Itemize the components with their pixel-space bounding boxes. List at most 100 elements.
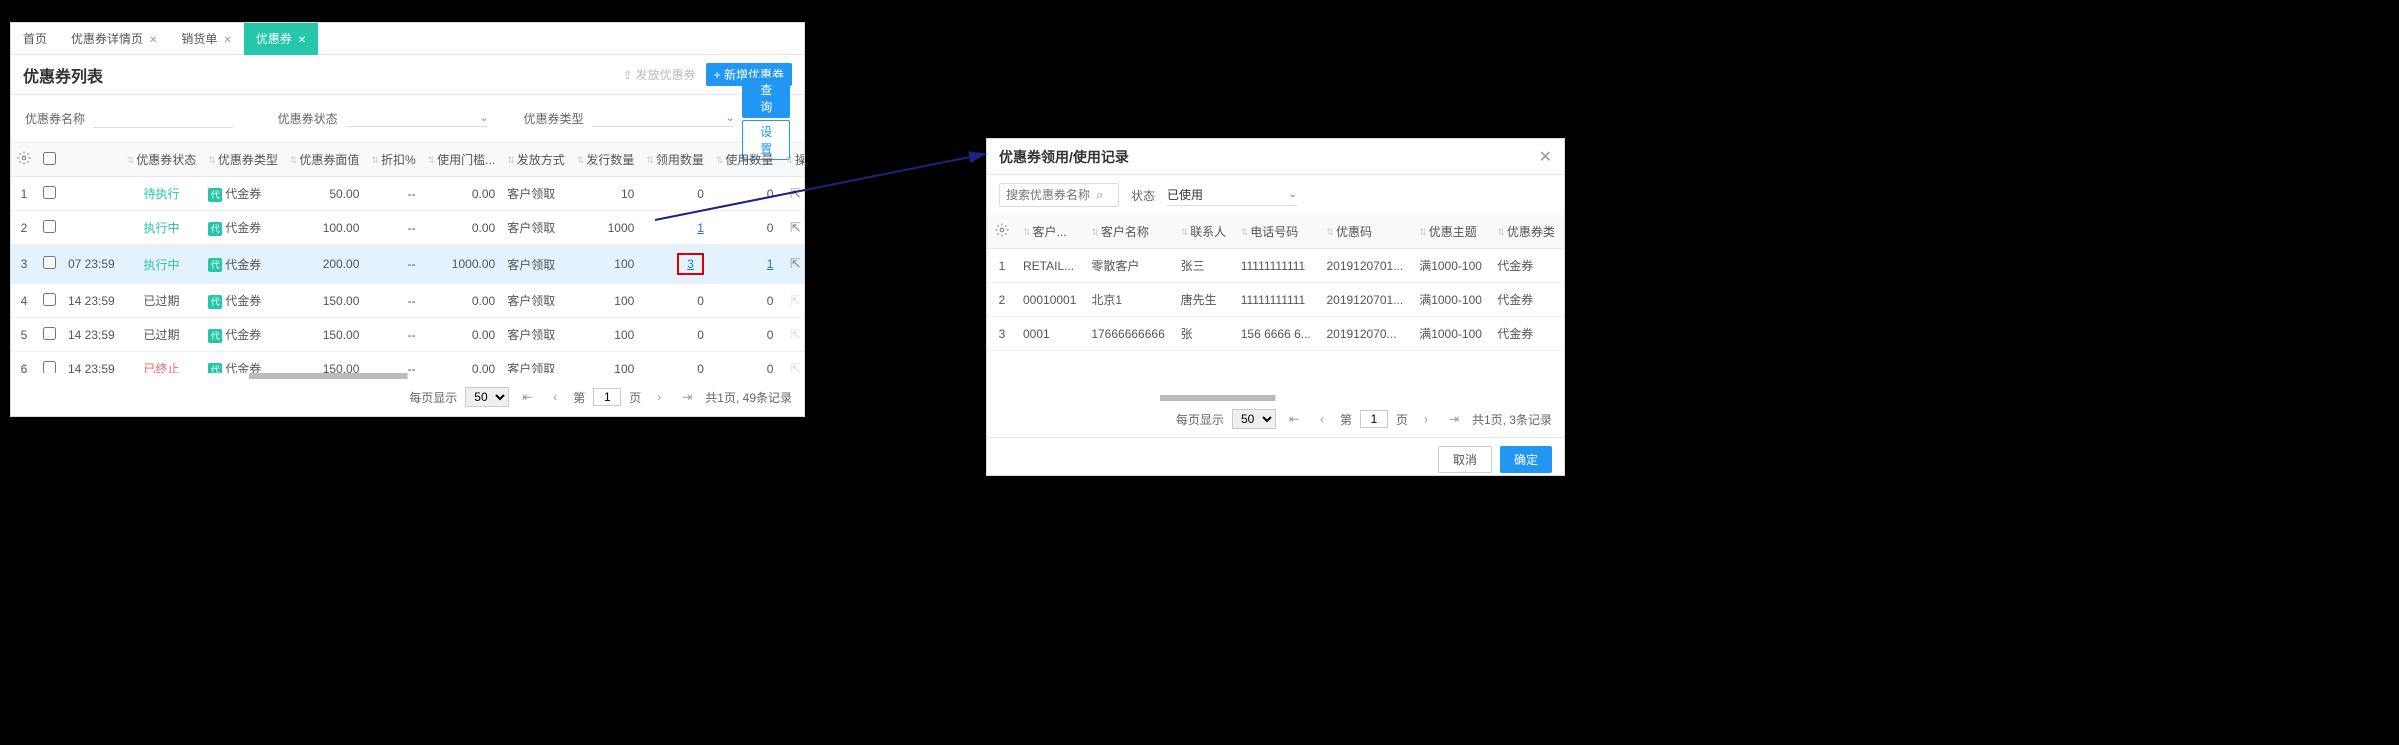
take-count-link[interactable]: 3: [677, 253, 704, 275]
method: 客户领取: [501, 284, 571, 318]
row-checkbox[interactable]: [43, 361, 56, 374]
coupon-search-input[interactable]: [1006, 188, 1096, 202]
share-icon[interactable]: ⇱: [787, 186, 803, 202]
time-cell: 14 23:59: [62, 352, 121, 374]
column-header[interactable]: ⇅优惠主题: [1413, 215, 1491, 249]
coupon-name-input[interactable]: [93, 109, 233, 128]
column-header[interactable]: ⇅客户名称: [1085, 215, 1174, 249]
prev-page-button[interactable]: ‹: [1312, 409, 1332, 429]
type-cell: 代代金券: [202, 318, 284, 352]
tab-首页[interactable]: 首页: [11, 23, 59, 55]
search-icon[interactable]: ⌕: [1096, 187, 1103, 203]
next-page-button[interactable]: ›: [1416, 409, 1436, 429]
column-header[interactable]: ⇅联系人: [1175, 215, 1235, 249]
type-cell: 代代金券: [202, 177, 284, 211]
total-info: 共1页, 3条记录: [1472, 411, 1552, 428]
column-header[interactable]: ⇅优惠券状态: [121, 143, 203, 177]
phone: 11111111111: [1235, 249, 1321, 283]
close-icon[interactable]: ✕: [1539, 147, 1552, 167]
share-icon[interactable]: ⇱: [787, 220, 803, 236]
column-header[interactable]: ⇅发放方式: [501, 143, 571, 177]
total-info: 共1页, 49条记录: [705, 389, 792, 406]
table-row[interactable]: 614 23:59已终止代代金券150.00--0.00客户领取10000⇱▦: [11, 352, 804, 374]
table-row[interactable]: 414 23:59已过期代代金券150.00--0.00客户领取10000⇱▦: [11, 284, 804, 318]
use-count-link[interactable]: 1: [767, 257, 774, 271]
contact: 张: [1175, 317, 1235, 351]
method: 客户领取: [501, 211, 571, 245]
table-row[interactable]: 2执行中代代金券100.00--0.00客户领取100010⇱▦: [11, 211, 804, 245]
column-header[interactable]: ⇅使用门槛...: [422, 143, 502, 177]
actions-cell: ⇱▦: [779, 284, 804, 318]
column-header[interactable]: [37, 143, 62, 177]
cancel-button[interactable]: 取消: [1438, 446, 1492, 473]
table-row[interactable]: 1RETAIL...零散客户张三111111111112019120701...…: [987, 249, 1564, 283]
tab-优惠券[interactable]: 优惠券✕: [244, 23, 318, 55]
column-header[interactable]: ⇅优惠券面值: [284, 143, 366, 177]
row-checkbox[interactable]: [43, 186, 56, 199]
column-header[interactable]: ⇅优惠券类型: [202, 143, 284, 177]
table-row[interactable]: 307 23:59执行中代代金券200.00--1000.00客户领取10031…: [11, 245, 804, 284]
modal-status-select[interactable]: 已使用 ⌄: [1167, 184, 1297, 206]
table-row[interactable]: 3000117666666666张156 6666 6...201912070.…: [987, 317, 1564, 351]
voucher-icon: 代: [208, 295, 222, 309]
first-page-button[interactable]: ⇤: [517, 387, 537, 407]
usage-record-modal: 优惠券领用/使用记录 ✕ ⌕ 状态 已使用 ⌄ ⇅客户...⇅客户名称⇅联系人⇅…: [986, 138, 1565, 476]
query-button[interactable]: 查询: [742, 78, 790, 118]
sort-icon: ⇅: [208, 155, 216, 166]
tab-优惠券详情页[interactable]: 优惠券详情页✕: [59, 23, 169, 55]
row-checkbox[interactable]: [43, 220, 56, 233]
per-page-select[interactable]: 50: [1232, 409, 1276, 429]
method: 客户领取: [501, 177, 571, 211]
coupon-status-select[interactable]: ⌄: [346, 111, 489, 127]
page-input[interactable]: [593, 388, 621, 406]
last-page-button[interactable]: ⇥: [1444, 409, 1464, 429]
subject: 满1000-100: [1413, 317, 1491, 351]
sort-icon: ⇅: [290, 155, 298, 166]
share-icon[interactable]: ⇱: [787, 256, 803, 272]
last-page-button[interactable]: ⇥: [677, 387, 697, 407]
title-row: 优惠券列表 ⇪ 发放优惠券 + 新增优惠券: [11, 55, 804, 95]
type-cell: 代代金券: [202, 245, 284, 284]
close-icon[interactable]: ✕: [149, 35, 157, 46]
gear-icon[interactable]: [987, 215, 1017, 249]
coupon-list-panel: 首页优惠券详情页✕销货单✕优惠券✕ 优惠券列表 ⇪ 发放优惠券 + 新增优惠券 …: [10, 22, 805, 417]
close-icon[interactable]: ✕: [298, 35, 306, 46]
column-header[interactable]: ⇅电话号码: [1235, 215, 1321, 249]
row-number: 3: [987, 317, 1017, 351]
page-input[interactable]: [1360, 410, 1388, 428]
face-value: 100.00: [284, 211, 366, 245]
take-count-link[interactable]: 1: [697, 221, 704, 235]
table-row[interactable]: 200010001北京1唐先生111111111112019120701...满…: [987, 283, 1564, 317]
row-checkbox[interactable]: [43, 256, 56, 269]
select-all-checkbox[interactable]: [43, 152, 56, 165]
column-header[interactable]: [62, 143, 121, 177]
table-row[interactable]: 1待执行代代金券50.00--0.00客户领取1000⇱▦: [11, 177, 804, 211]
first-page-button[interactable]: ⇤: [1284, 409, 1304, 429]
issue-count: 100: [571, 318, 641, 352]
column-header[interactable]: ⇅发行数量: [571, 143, 641, 177]
column-header[interactable]: ⇅折扣%: [365, 143, 421, 177]
row-number: 1: [11, 177, 37, 211]
per-page-select[interactable]: 50: [465, 387, 509, 407]
column-header[interactable]: ⇅优惠券类: [1491, 215, 1564, 249]
modal-header: 优惠券领用/使用记录 ✕: [987, 139, 1564, 175]
coupon-type-select[interactable]: ⌄: [592, 111, 735, 127]
actions-cell: ⇱▦: [779, 318, 804, 352]
row-checkbox[interactable]: [43, 327, 56, 340]
status-badge: 执行中: [143, 258, 179, 272]
time-cell: 14 23:59: [62, 284, 121, 318]
record-table: ⇅客户...⇅客户名称⇅联系人⇅电话号码⇅优惠码⇅优惠主题⇅优惠券类 1RETA…: [987, 215, 1564, 351]
row-number: 2: [987, 283, 1017, 317]
confirm-button[interactable]: 确定: [1500, 446, 1552, 473]
face-value: 150.00: [284, 284, 366, 318]
prev-page-button[interactable]: ‹: [545, 387, 565, 407]
tab-销货单[interactable]: 销货单✕: [169, 23, 243, 55]
column-header[interactable]: ⇅客户...: [1017, 215, 1085, 249]
gear-icon[interactable]: [11, 143, 37, 177]
column-header[interactable]: ⇅领用数量: [640, 143, 710, 177]
row-checkbox[interactable]: [43, 293, 56, 306]
column-header[interactable]: ⇅优惠码: [1320, 215, 1413, 249]
close-icon[interactable]: ✕: [223, 35, 231, 46]
next-page-button[interactable]: ›: [649, 387, 669, 407]
table-row[interactable]: 514 23:59已过期代代金券150.00--0.00客户领取10000⇱▦: [11, 318, 804, 352]
